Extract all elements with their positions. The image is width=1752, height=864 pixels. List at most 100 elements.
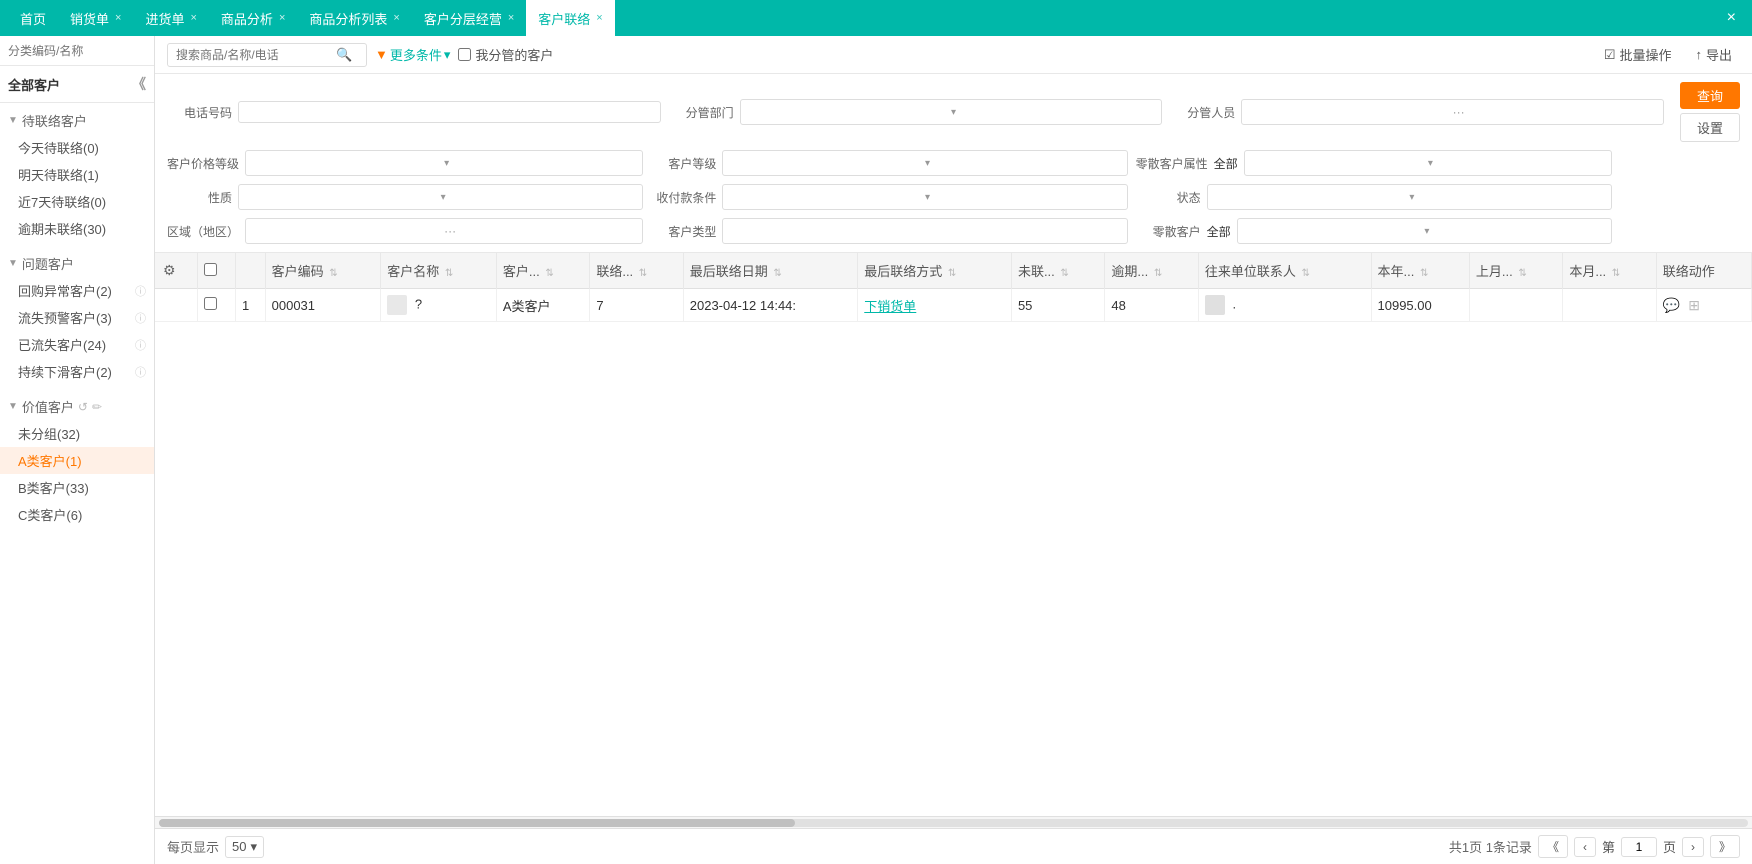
col-unreached[interactable]: 未联... ⇅ xyxy=(1011,253,1104,289)
filter-phone-input[interactable] xyxy=(238,101,661,123)
col-last-month[interactable]: 上月... ⇅ xyxy=(1469,253,1562,289)
col-customer-name[interactable]: 客户名称 ⇅ xyxy=(381,253,497,289)
sidebar-search-input[interactable] xyxy=(8,44,155,58)
setting-button[interactable]: 设置 xyxy=(1680,113,1740,142)
scrollbar-track[interactable] xyxy=(159,819,1748,827)
region-dots-icon[interactable]: ··· xyxy=(444,224,634,238)
sidebar-group-pending-title[interactable]: ▼ 待联络客户 xyxy=(0,107,154,134)
page-label: 页 xyxy=(1663,837,1676,856)
sidebar-item-churned[interactable]: 已流失客户(24) ⓘ xyxy=(0,331,154,358)
sidebar-item-7days[interactable]: 近7天待联络(0) xyxy=(0,188,154,215)
filter-manager-input[interactable]: ··· xyxy=(1241,99,1664,125)
avatar xyxy=(387,295,407,315)
filter-phone: 电话号码 xyxy=(167,101,661,123)
col-last-contact-method[interactable]: 最后联络方式 ⇅ xyxy=(858,253,1012,289)
nav-product-analysis-list[interactable]: 商品分析列表 × xyxy=(297,0,411,36)
next-page-button[interactable]: › xyxy=(1682,837,1704,857)
first-page-button[interactable]: 《 xyxy=(1538,835,1568,858)
close-purchase-tab[interactable]: × xyxy=(190,12,196,24)
total-label: 共1页 1条记录 xyxy=(1449,837,1532,856)
filter-nature-select[interactable]: ▾ xyxy=(238,184,643,210)
close-customer-contact-tab[interactable]: × xyxy=(596,12,602,24)
filter-search-input[interactable] xyxy=(176,48,336,62)
filter-payment-select[interactable]: ▾ xyxy=(722,184,1127,210)
last-method-link[interactable]: 下销货单 xyxy=(864,299,916,314)
sidebar-group-value: ▼ 价值客户 ↺ ✏ 未分组(32) A类客户(1) B类客户(33) C类客户… xyxy=(0,389,154,532)
info-icon-churned: ⓘ xyxy=(135,337,146,353)
value-group-edit[interactable]: ✏ xyxy=(92,400,102,414)
nav-customer-tier[interactable]: 客户分层经营 × xyxy=(412,0,526,36)
sidebar-item-declining[interactable]: 持续下滑客户(2) ⓘ xyxy=(0,358,154,385)
prev-page-button[interactable]: ‹ xyxy=(1574,837,1596,857)
query-button[interactable]: 查询 xyxy=(1680,82,1740,109)
col-this-month[interactable]: 本月... ⇅ xyxy=(1563,253,1656,289)
close-product-analysis-tab[interactable]: × xyxy=(279,12,285,24)
sort-icon-year: ⇅ xyxy=(1420,268,1428,279)
close-customer-tier-tab[interactable]: × xyxy=(508,12,514,24)
export-button[interactable]: ↑ 导出 xyxy=(1687,42,1740,67)
value-group-refresh[interactable]: ↺ xyxy=(78,400,88,414)
nav-home[interactable]: 首页 xyxy=(8,0,58,36)
qr-icon[interactable]: ⊞ xyxy=(1688,297,1700,314)
filter-search-icon[interactable]: 🔍 xyxy=(336,47,352,63)
col-customer-code[interactable]: 客户编码 ⇅ xyxy=(265,253,381,289)
cell-this-year: 10995.00 xyxy=(1371,289,1469,322)
sort-icon-code: ⇅ xyxy=(329,268,337,279)
sidebar-item-unclassified[interactable]: 未分组(32) xyxy=(0,420,154,447)
close-sales-tab[interactable]: × xyxy=(115,12,121,24)
row-checkbox[interactable] xyxy=(204,297,217,310)
sidebar-item-repurchase-abnormal[interactable]: 回购异常客户(2) ⓘ xyxy=(0,277,154,304)
sidebar-group-problem-title[interactable]: ▼ 问题客户 xyxy=(0,250,154,277)
filter-dept-label: 分管部门 xyxy=(669,104,734,121)
nav-sales[interactable]: 销货单 × xyxy=(58,0,133,36)
filter-price-select[interactable]: ▾ xyxy=(245,150,643,176)
col-contact-count[interactable]: 联络... ⇅ xyxy=(590,253,683,289)
page-number-input[interactable] xyxy=(1621,837,1657,857)
sidebar-item-tomorrow[interactable]: 明天待联络(1) xyxy=(0,161,154,188)
col-unit-contact[interactable]: 往来单位联系人 ⇅ xyxy=(1198,253,1371,289)
table-settings-icon[interactable]: ⚙ xyxy=(163,262,176,278)
sidebar-item-b-class[interactable]: B类客户(33) xyxy=(0,474,154,501)
batch-operations-button[interactable]: ☑ 批量操作 xyxy=(1596,42,1680,67)
filter-region-label: 区域（地区） xyxy=(167,223,239,240)
filter-payment: 收付款条件 ▾ xyxy=(651,184,1127,210)
col-last-contact-date[interactable]: 最后联络日期 ⇅ xyxy=(683,253,858,289)
cell-index: 1 xyxy=(236,289,266,322)
filter-customer-type-select[interactable] xyxy=(722,218,1127,244)
sidebar-collapse-icon[interactable]: 《 xyxy=(132,74,146,94)
sidebar-item-c-class[interactable]: C类客户(6) xyxy=(0,501,154,528)
sidebar-item-today[interactable]: 今天待联络(0) xyxy=(0,134,154,161)
nav-purchase[interactable]: 进货单 × xyxy=(133,0,208,36)
select-all-checkbox[interactable] xyxy=(204,263,217,276)
close-product-analysis-list-tab[interactable]: × xyxy=(393,12,399,24)
chevron-down-icon-8: ▾ xyxy=(1424,226,1603,237)
filter-retail-select[interactable]: ▾ xyxy=(1237,218,1612,244)
filter-status-select[interactable]: ▾ xyxy=(1207,184,1612,210)
last-page-button[interactable]: 》 xyxy=(1710,835,1740,858)
filter-retail-attr-select[interactable]: ▾ xyxy=(1244,150,1612,176)
col-customer-grade[interactable]: 客户... ⇅ xyxy=(496,253,589,289)
filter-row-3: 性质 ▾ 收付款条件 ▾ 状态 xyxy=(167,184,1740,210)
col-overdue[interactable]: 逾期... ⇅ xyxy=(1105,253,1198,289)
filter-region-select[interactable]: ··· xyxy=(245,218,643,244)
chevron-down-icon-3: ▾ xyxy=(925,158,1119,169)
filter-nature-label: 性质 xyxy=(167,189,232,206)
scrollbar-thumb[interactable] xyxy=(159,819,795,827)
page-size-select[interactable]: 50 ▾ xyxy=(225,836,264,858)
sidebar-group-value-title[interactable]: ▼ 价值客户 ↺ ✏ xyxy=(0,393,154,420)
my-customers-checkbox[interactable] xyxy=(458,48,471,61)
dots-icon[interactable]: ··· xyxy=(1453,105,1655,119)
info-icon-declining: ⓘ xyxy=(135,364,146,380)
sidebar-item-churn-warning[interactable]: 流失预警客户(3) ⓘ xyxy=(0,304,154,331)
col-this-year[interactable]: 本年... ⇅ xyxy=(1371,253,1469,289)
filter-more-button[interactable]: ▼ 更多条件 ▾ xyxy=(375,45,450,64)
nav-product-analysis[interactable]: 商品分析 × xyxy=(209,0,297,36)
filter-customer-level-select[interactable]: ▾ xyxy=(722,150,1127,176)
filter-dept-select[interactable]: ▾ xyxy=(740,99,1163,125)
nav-customer-contact[interactable]: 客户联络 × xyxy=(526,0,614,36)
info-icon-repurchase: ⓘ xyxy=(135,283,146,299)
chat-icon[interactable]: 💬 xyxy=(1663,297,1680,314)
sidebar-item-overdue[interactable]: 逾期未联络(30) xyxy=(0,215,154,242)
sidebar-item-a-class[interactable]: A类客户(1) xyxy=(0,447,154,474)
close-window-button[interactable]: × xyxy=(1719,9,1744,27)
